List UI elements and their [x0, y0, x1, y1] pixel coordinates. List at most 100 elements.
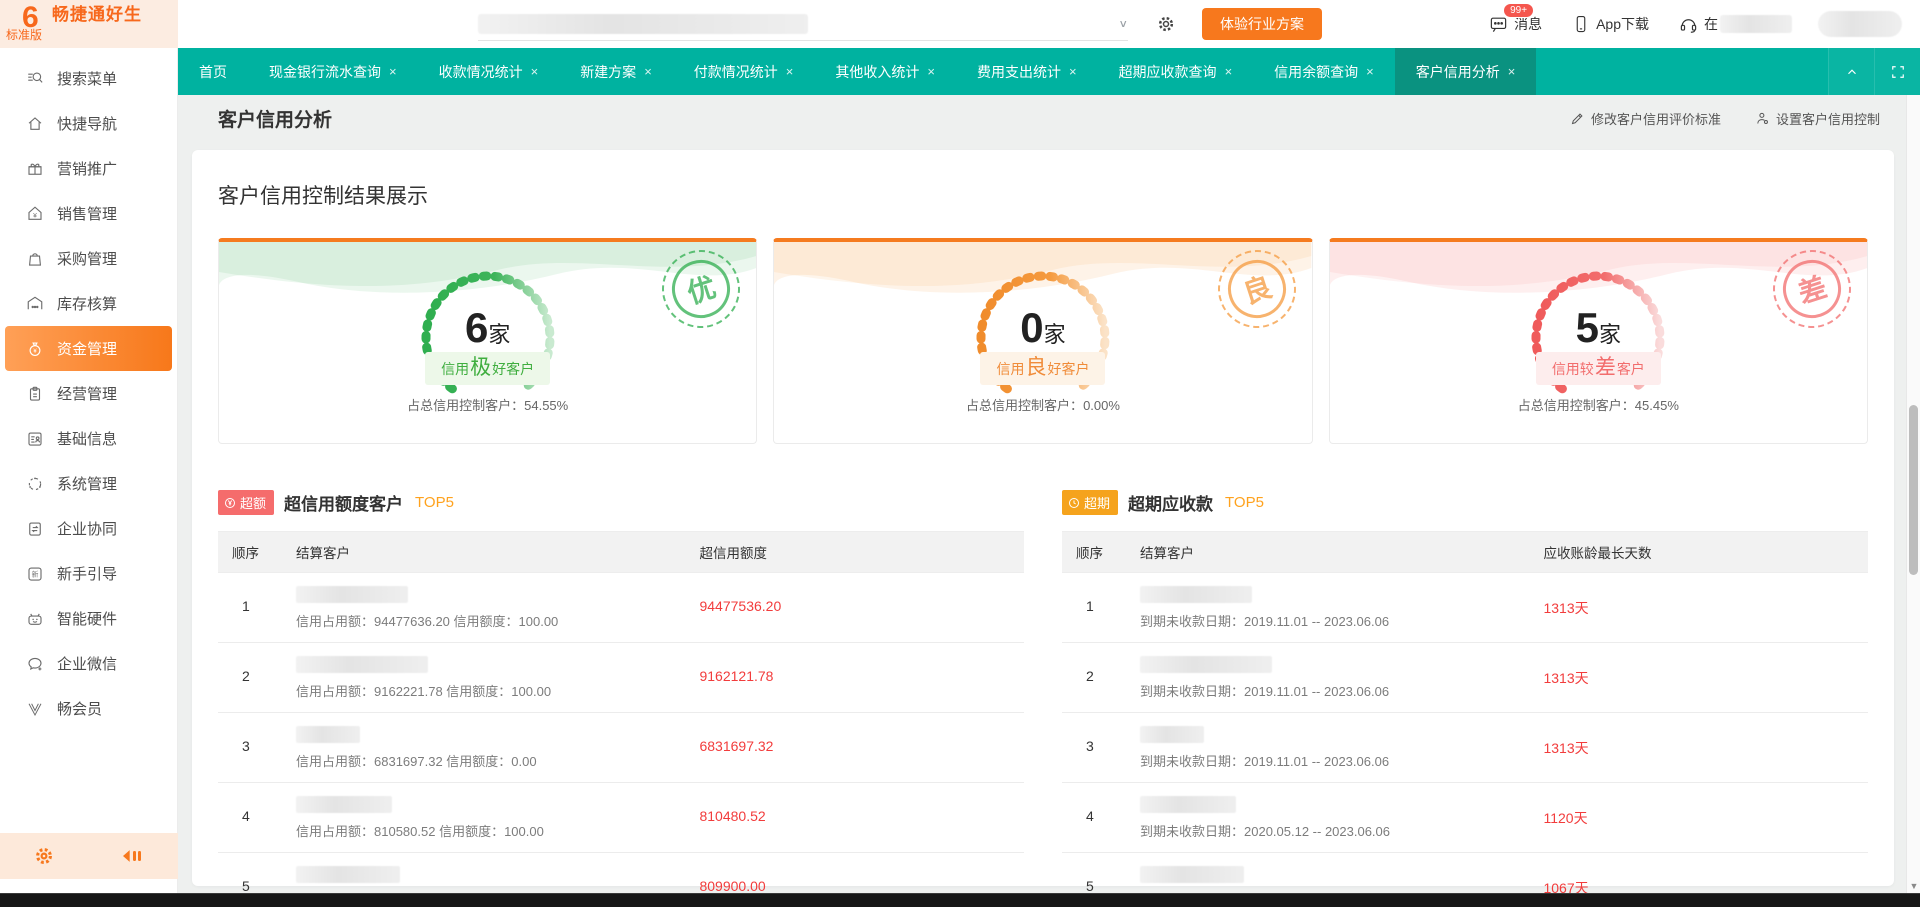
set-credit-control-link[interactable]: 设置客户信用控制 — [1755, 109, 1880, 128]
message-icon — [1490, 17, 1507, 32]
home-icon — [28, 116, 42, 130]
redacted-account-name — [478, 13, 808, 34]
tab-home[interactable]: 首页 — [178, 48, 248, 95]
table-title-row: 超额 超信用额度客户 TOP5 — [218, 490, 1024, 515]
sidebar-item-sales[interactable]: ¥ 销售管理 — [0, 191, 177, 236]
sidebar-item-purchasing[interactable]: 采购管理 — [0, 236, 177, 281]
table-row[interactable]: 1 信用占用额：94477636.20 信用额度：100.00 94477536… — [218, 573, 1024, 643]
table-row[interactable]: 3 信用占用额：6831697.32 信用额度：0.00 6831697.32 — [218, 713, 1024, 783]
close-icon[interactable]: × — [1225, 64, 1233, 79]
tab-overdue-receivable-query[interactable]: 超期应收款查询 × — [1098, 48, 1254, 95]
table-title-row: 超期 超期应收款 TOP5 — [1062, 490, 1868, 515]
sidebar-item-business-mgmt[interactable]: 经营管理 — [0, 371, 177, 416]
redacted-customer-name — [1140, 726, 1204, 743]
close-icon[interactable]: × — [389, 64, 397, 79]
svg-text:¥: ¥ — [33, 348, 37, 354]
redacted-customer-name — [1140, 796, 1236, 813]
sidebar-item-base-info[interactable]: 基础信息 — [0, 416, 177, 461]
sidebar-item-inventory[interactable]: 库存核算 — [0, 281, 177, 326]
online-service-label: 在 — [1704, 16, 1718, 32]
chevron-down-icon[interactable]: ∨ — [1118, 17, 1128, 30]
page-actions: 修改客户信用评价标准 设置客户信用控制 — [1536, 109, 1880, 128]
close-icon[interactable]: × — [1508, 64, 1516, 79]
tab-receipt-stats[interactable]: 收款情况统计 × — [418, 48, 560, 95]
count: 0家 — [1020, 304, 1066, 351]
tab-controls — [1828, 48, 1920, 95]
overdue-receivable-table: 超期 超期应收款 TOP5 顺序 结算客户 应收账龄最长天数 1 到期未收款日期… — [1062, 490, 1868, 907]
card-good-credit: 良 0家 信用良好客户 占总信用控制客户：0.00% — [773, 238, 1313, 444]
close-icon[interactable]: × — [927, 64, 935, 79]
table-row[interactable]: 2 到期未收款日期：2019.11.01 -- 2023.06.06 1313天 — [1062, 643, 1868, 713]
tab-cash-bank-flow[interactable]: 现金银行流水查询 × — [248, 48, 418, 95]
tab-customer-credit-analysis[interactable]: 客户信用分析 × — [1394, 48, 1537, 95]
app-download-label: App下载 — [1596, 16, 1649, 32]
redacted-customer-name — [296, 656, 428, 673]
sidebar-footer — [0, 833, 178, 879]
settings-gear-icon[interactable] — [33, 845, 55, 867]
table-title: 超期应收款 — [1128, 495, 1214, 514]
count: 6家 — [464, 304, 511, 351]
sidebar-item-system-mgmt[interactable]: 系统管理 — [0, 461, 177, 506]
sidebar-item-funds[interactable]: ¥ 资金管理 — [5, 326, 172, 371]
vertical-scrollbar[interactable]: ▼ — [1906, 95, 1920, 893]
credit-grade-pill: 信用极好客户 — [425, 352, 551, 385]
messages-badge: 99+ — [1503, 3, 1535, 18]
close-icon[interactable]: × — [531, 64, 539, 79]
online-service-button[interactable]: 在 — [1679, 14, 1792, 34]
fullscreen-button[interactable] — [1874, 48, 1920, 95]
bottom-taskbar-strip — [0, 893, 1920, 907]
sidebar-item-smart-hardware[interactable]: 智能硬件 — [0, 596, 177, 641]
settings-gear-button[interactable] — [1156, 14, 1176, 34]
table-row[interactable]: 3 到期未收款日期：2019.11.01 -- 2023.06.06 1313天 — [1062, 713, 1868, 783]
collapse-tabs-button[interactable] — [1828, 48, 1874, 95]
tab-other-income[interactable]: 其他收入统计 × — [814, 48, 956, 95]
sidebar-item-wechat-work[interactable]: 企业微信 — [0, 641, 177, 686]
credit-result-cards: 优 6家 信用极好客户 占总信用控制客户：54.55% 良 0家 信用 良 好客… — [218, 238, 1868, 444]
sidebar-item-enterprise-collab[interactable]: 企业协同 — [0, 506, 177, 551]
tab-expense-stats[interactable]: 费用支出统计 × — [956, 48, 1098, 95]
svg-text:¥: ¥ — [33, 212, 37, 219]
redacted-user-area[interactable] — [1818, 11, 1902, 37]
search-icon — [28, 71, 43, 83]
sidebar-item-search-menu[interactable]: 搜索菜单 — [0, 56, 177, 101]
account-selector[interactable]: ∨ — [478, 7, 1128, 41]
section-title: 客户信用控制结果展示 — [218, 185, 428, 208]
close-icon[interactable]: × — [786, 64, 794, 79]
close-icon[interactable]: × — [1069, 64, 1077, 79]
phone-icon — [1576, 15, 1586, 33]
card-poor-credit: 差 5家 信用较差客户 占总信用控制客户：45.45% — [1328, 238, 1868, 444]
sidebar-item-newbie-guide[interactable]: 新 新手引导 — [0, 551, 177, 596]
headset-icon — [1680, 18, 1697, 33]
close-icon[interactable]: × — [644, 64, 652, 79]
app-download-button[interactable]: App下载 — [1572, 14, 1649, 34]
app-window: 6 ◆ 畅捷通好生 标准版 ∨ 体验行业方案 消息 99+ App下载 在 首页… — [0, 0, 1920, 907]
edit-credit-standard-link[interactable]: 修改客户信用评价标准 — [1570, 109, 1721, 128]
product-name: 畅捷通好生 — [52, 5, 142, 24]
sidebar-item-marketing[interactable]: 营销推广 — [0, 146, 177, 191]
tab-payment-stats[interactable]: 付款情况统计 × — [673, 48, 815, 95]
scrollbar-thumb[interactable] — [1909, 405, 1918, 575]
sidebar-item-quick-nav[interactable]: 快捷导航 — [0, 101, 177, 146]
tab-new-plan[interactable]: 新建方案 × — [559, 48, 673, 95]
redacted-online-text — [1720, 15, 1792, 33]
trial-industry-button[interactable]: 体验行业方案 — [1202, 8, 1322, 40]
edit-pencil-icon — [1571, 112, 1583, 124]
tab-credit-balance-query[interactable]: 信用余额查询 × — [1253, 48, 1395, 95]
redacted-customer-name — [1140, 656, 1272, 673]
smart-device-icon — [28, 613, 42, 625]
table-row[interactable]: 2 信用占用额：9162221.78 信用额度：100.00 9162121.7… — [218, 643, 1024, 713]
collapse-sidebar-icon[interactable] — [121, 846, 145, 866]
messages-button[interactable]: 消息 99+ — [1489, 3, 1542, 34]
table-row[interactable]: 4 到期未收款日期：2020.05.12 -- 2023.06.06 1120天 — [1062, 783, 1868, 853]
sidebar-item-member[interactable]: 畅会员 — [0, 686, 177, 731]
scrollbar-down-arrow[interactable]: ▼ — [1907, 881, 1920, 891]
close-icon[interactable]: × — [1366, 64, 1374, 79]
table-row[interactable]: 1 到期未收款日期：2019.11.01 -- 2023.06.06 1313天 — [1062, 573, 1868, 643]
logo-block: 6 ◆ 畅捷通好生 标准版 — [0, 0, 178, 48]
redacted-customer-name — [296, 586, 408, 603]
topbar-right: 消息 99+ App下载 在 — [1459, 3, 1920, 37]
fullscreen-icon — [1891, 65, 1904, 78]
gear-icon — [1158, 16, 1174, 32]
table-row[interactable]: 4 信用占用额：810580.52 信用额度：100.00 810480.52 — [218, 783, 1024, 853]
tables-section: 超额 超信用额度客户 TOP5 顺序 结算客户 超信用额度 1 信用占用额：94… — [218, 490, 1868, 907]
